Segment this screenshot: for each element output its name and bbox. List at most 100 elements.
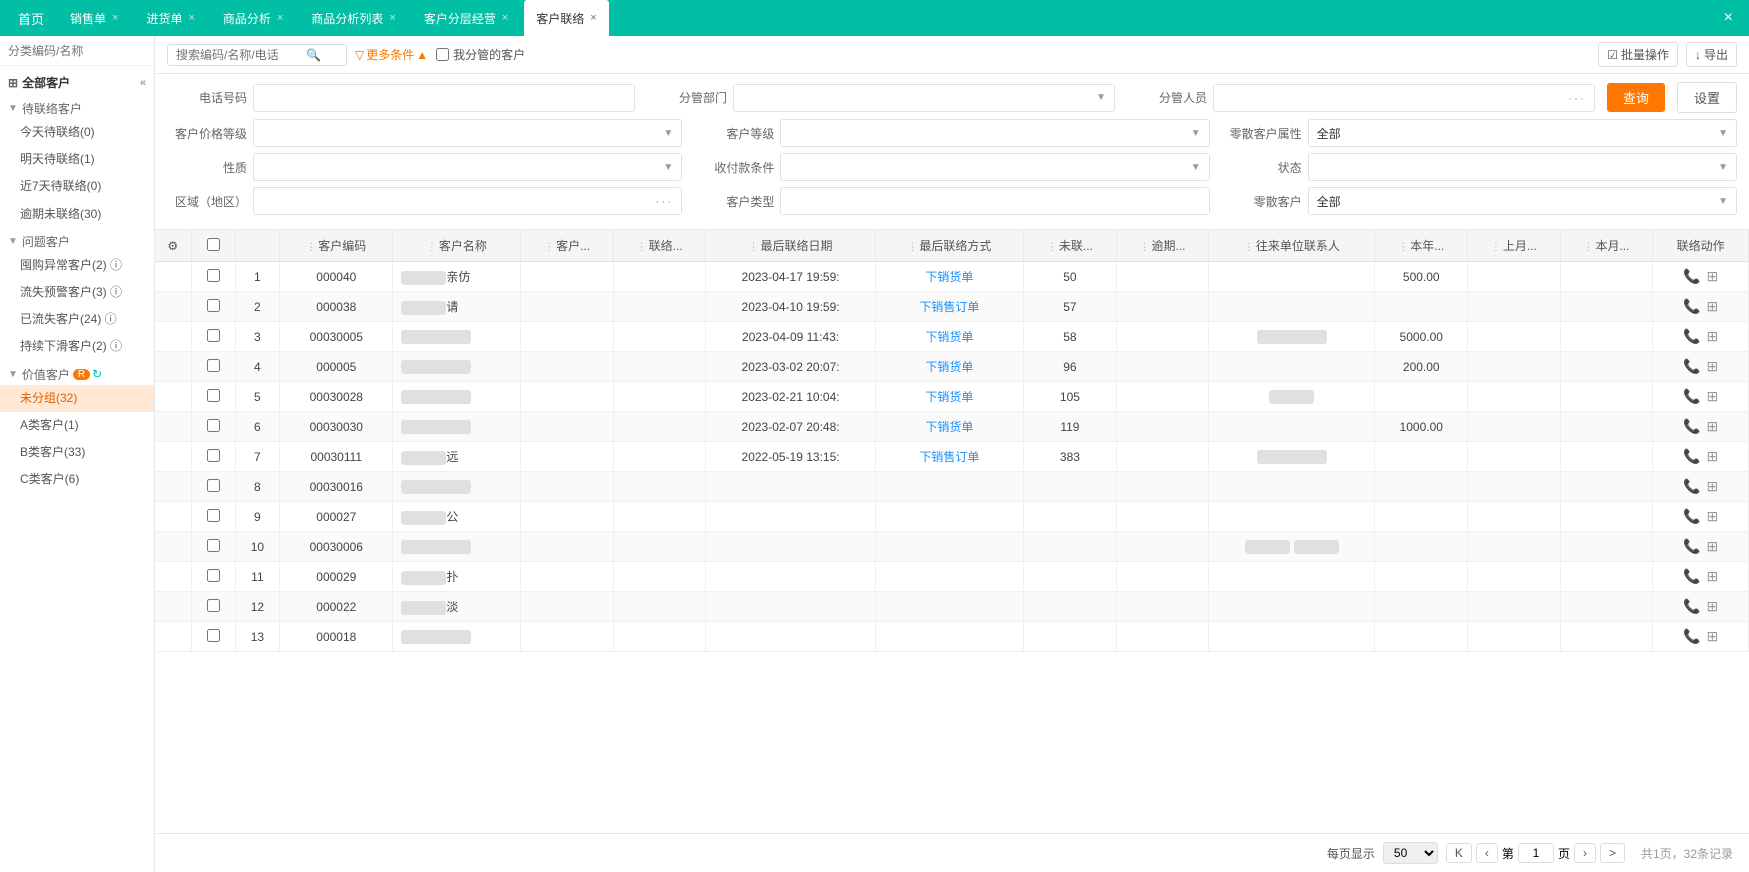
filter-nature-select[interactable]: ▼ bbox=[253, 153, 682, 181]
contact-method-link[interactable]: 下销货单 bbox=[925, 270, 973, 284]
filter-manager-input[interactable]: ··· bbox=[1213, 84, 1595, 112]
nav-customer-contact[interactable]: 客户联络 × bbox=[524, 0, 608, 36]
row-select-checkbox[interactable] bbox=[207, 329, 220, 342]
batch-operation-btn[interactable]: ☑ 批量操作 bbox=[1598, 42, 1678, 67]
contact-phone-icon[interactable]: 📞 bbox=[1683, 268, 1700, 285]
contact-phone-icon[interactable]: 📞 bbox=[1683, 448, 1700, 465]
contact-phone-icon[interactable]: 📞 bbox=[1683, 478, 1700, 495]
nav-home[interactable]: 首页 bbox=[8, 0, 54, 36]
close-customer-segment-tab[interactable]: × bbox=[502, 12, 508, 24]
sidebar-item-today[interactable]: 今天待联络(0) bbox=[0, 119, 154, 146]
collapse-sidebar-icon[interactable]: « bbox=[140, 77, 146, 89]
filter-dept-select[interactable]: ▼ bbox=[733, 84, 1115, 112]
close-all-button[interactable]: × bbox=[1716, 9, 1741, 27]
row-select-checkbox[interactable] bbox=[207, 449, 220, 462]
select-all-checkbox[interactable] bbox=[207, 238, 220, 251]
customer-type-column-header[interactable]: ⋮客户... bbox=[521, 230, 614, 262]
contact-more-icon[interactable]: ⊞ bbox=[1706, 328, 1718, 345]
sidebar-item-ungroup[interactable]: 未分组(32) bbox=[0, 385, 154, 412]
search-box-icon[interactable]: 🔍 bbox=[306, 48, 321, 62]
sidebar-item-week[interactable]: 近7天待联络(0) bbox=[0, 173, 154, 200]
contact-method-link[interactable]: 下销货单 bbox=[925, 330, 973, 344]
more-conditions-btn[interactable]: ▽ 更多条件 ▲ bbox=[355, 46, 428, 63]
filter-customer-level-select[interactable]: ▼ bbox=[780, 119, 1209, 147]
sidebar-item-group-c[interactable]: C类客户(6) bbox=[0, 466, 154, 493]
contact-phone-icon[interactable]: 📞 bbox=[1683, 568, 1700, 585]
next-page-btn[interactable]: › bbox=[1574, 843, 1596, 863]
contact-phone-icon[interactable]: 📞 bbox=[1683, 328, 1700, 345]
contact-more-icon[interactable]: ⊞ bbox=[1706, 538, 1718, 555]
nav-sales[interactable]: 销售单 × bbox=[58, 0, 130, 36]
sidebar-item-group-b[interactable]: B类客户(33) bbox=[0, 439, 154, 466]
sidebar-item-group-a[interactable]: A类客户(1) bbox=[0, 412, 154, 439]
contact-phone-icon[interactable]: 📞 bbox=[1683, 298, 1700, 315]
filter-customer-type-input[interactable] bbox=[780, 187, 1209, 215]
nav-customer-segment[interactable]: 客户分层经营 × bbox=[412, 0, 520, 36]
contact-method-link[interactable]: 下销货单 bbox=[925, 420, 973, 434]
pending-contact-group[interactable]: ▼ 待联络客户 bbox=[0, 95, 154, 119]
my-customers-checkbox[interactable] bbox=[436, 48, 449, 61]
contact-phone-icon[interactable]: 📞 bbox=[1683, 628, 1700, 645]
overdue-column-header[interactable]: ⋮逾期... bbox=[1116, 230, 1209, 262]
row-select-checkbox[interactable] bbox=[207, 509, 220, 522]
contact-more-icon[interactable]: ⊞ bbox=[1706, 298, 1718, 315]
sidebar-item-abnormal[interactable]: 囤购异常客户(2) ⓘ bbox=[0, 252, 154, 279]
row-select-checkbox[interactable] bbox=[207, 629, 220, 642]
close-customer-contact-tab[interactable]: × bbox=[590, 12, 596, 24]
row-select-checkbox[interactable] bbox=[207, 599, 220, 612]
prev-page-btn[interactable]: ‹ bbox=[1476, 843, 1498, 863]
no-contact-days-column-header[interactable]: ⋮未联... bbox=[1024, 230, 1117, 262]
sidebar-item-tomorrow[interactable]: 明天待联络(1) bbox=[0, 146, 154, 173]
contact-method-link[interactable]: 下销货单 bbox=[925, 390, 973, 404]
this-year-column-header[interactable]: ⋮本年... bbox=[1375, 230, 1468, 262]
page-size-select[interactable]: 50 100 200 bbox=[1383, 842, 1438, 864]
last-contact-date-column-header[interactable]: ⋮最后联络日期 bbox=[706, 230, 875, 262]
this-month-column-header[interactable]: ⋮本月... bbox=[1560, 230, 1653, 262]
contact-more-icon[interactable]: ⊞ bbox=[1706, 568, 1718, 585]
contact-more-icon[interactable]: ⊞ bbox=[1706, 418, 1718, 435]
contact-method-link[interactable]: 下销货单 bbox=[925, 360, 973, 374]
contact-more-icon[interactable]: ⊞ bbox=[1706, 628, 1718, 645]
row-select-checkbox[interactable] bbox=[207, 569, 220, 582]
refresh-icon[interactable]: ↻ bbox=[92, 367, 102, 381]
close-sales-tab[interactable]: × bbox=[112, 12, 118, 24]
contact-phone-icon[interactable]: 📞 bbox=[1683, 388, 1700, 405]
contact-phone-icon[interactable]: 📞 bbox=[1683, 418, 1700, 435]
contact-method-link[interactable]: 下销售订单 bbox=[919, 300, 979, 314]
row-select-checkbox[interactable] bbox=[207, 269, 220, 282]
filter-phone-input[interactable] bbox=[253, 84, 635, 112]
contact-more-icon[interactable]: ⊞ bbox=[1706, 448, 1718, 465]
last-month-column-header[interactable]: ⋮上月... bbox=[1468, 230, 1561, 262]
contact-method-link[interactable]: 下销售订单 bbox=[919, 450, 979, 464]
contact-more-icon[interactable]: ⊞ bbox=[1706, 388, 1718, 405]
sidebar-item-churn-risk[interactable]: 流失预警客户(3) ⓘ bbox=[0, 279, 154, 306]
customer-code-column-header[interactable]: ⋮客户编码 bbox=[280, 230, 393, 262]
problem-customers-group[interactable]: ▼ 问题客户 bbox=[0, 228, 154, 252]
contact-person-column-header[interactable]: ⋮往来单位联系人 bbox=[1209, 230, 1375, 262]
filter-price-level-select[interactable]: ▼ bbox=[253, 119, 682, 147]
filter-retail-attr-select[interactable]: 全部 ▼ bbox=[1308, 119, 1737, 147]
filter-payment-select[interactable]: ▼ bbox=[780, 153, 1209, 181]
last-page-btn[interactable]: > bbox=[1600, 843, 1625, 863]
close-purchase-tab[interactable]: × bbox=[188, 12, 194, 24]
reset-button[interactable]: 设置 bbox=[1677, 82, 1737, 113]
row-select-checkbox[interactable] bbox=[207, 419, 220, 432]
contact-phone-icon[interactable]: 📞 bbox=[1683, 358, 1700, 375]
contact-column-header[interactable]: ⋮联络... bbox=[613, 230, 706, 262]
query-button[interactable]: 查询 bbox=[1607, 83, 1665, 112]
contact-phone-icon[interactable]: 📞 bbox=[1683, 598, 1700, 615]
contact-more-icon[interactable]: ⊞ bbox=[1706, 268, 1718, 285]
contact-more-icon[interactable]: ⊞ bbox=[1706, 478, 1718, 495]
sidebar-search-input[interactable] bbox=[8, 44, 155, 58]
row-select-checkbox[interactable] bbox=[207, 359, 220, 372]
contact-more-icon[interactable]: ⊞ bbox=[1706, 598, 1718, 615]
settings-column-header[interactable]: ⚙ bbox=[155, 230, 191, 262]
row-select-checkbox[interactable] bbox=[207, 389, 220, 402]
nav-product-analysis[interactable]: 商品分析 × bbox=[211, 0, 295, 36]
main-search-input[interactable] bbox=[176, 48, 306, 62]
all-customers-header[interactable]: ⊞ 全部客户 « bbox=[0, 66, 154, 95]
first-page-btn[interactable]: K bbox=[1446, 843, 1472, 863]
nav-purchase[interactable]: 进货单 × bbox=[134, 0, 206, 36]
close-product-list-tab[interactable]: × bbox=[389, 12, 395, 24]
last-contact-method-column-header[interactable]: ⋮最后联络方式 bbox=[875, 230, 1023, 262]
